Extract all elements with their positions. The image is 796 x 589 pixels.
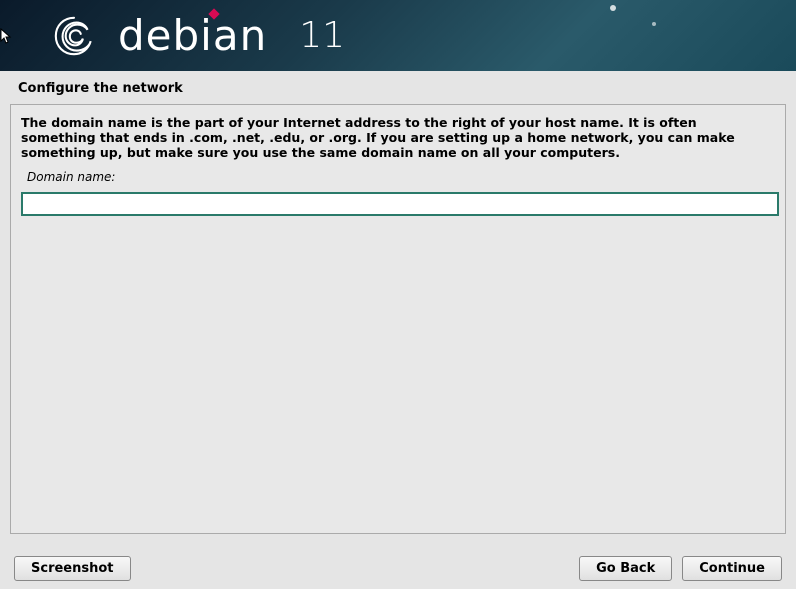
screenshot-button[interactable]: Screenshot	[14, 556, 131, 581]
continue-button[interactable]: Continue	[682, 556, 782, 581]
description-text: The domain name is the part of your Inte…	[21, 115, 775, 160]
go-back-button[interactable]: Go Back	[579, 556, 672, 581]
domain-name-input[interactable]	[21, 192, 779, 216]
domain-name-label: Domain name:	[27, 170, 775, 184]
button-bar: Screenshot Go Back Continue	[0, 556, 796, 581]
brand-version: 11	[299, 15, 345, 56]
debian-swirl-icon	[48, 10, 100, 62]
content-area: Configure the network The domain name is…	[0, 71, 796, 534]
installer-header: debian 11	[0, 0, 796, 71]
page-title: Configure the network	[0, 71, 796, 104]
main-panel: The domain name is the part of your Inte…	[10, 104, 786, 534]
logo-container: debian 11	[48, 10, 345, 62]
brand-name: debian	[118, 11, 267, 60]
button-group-right: Go Back Continue	[579, 556, 782, 581]
